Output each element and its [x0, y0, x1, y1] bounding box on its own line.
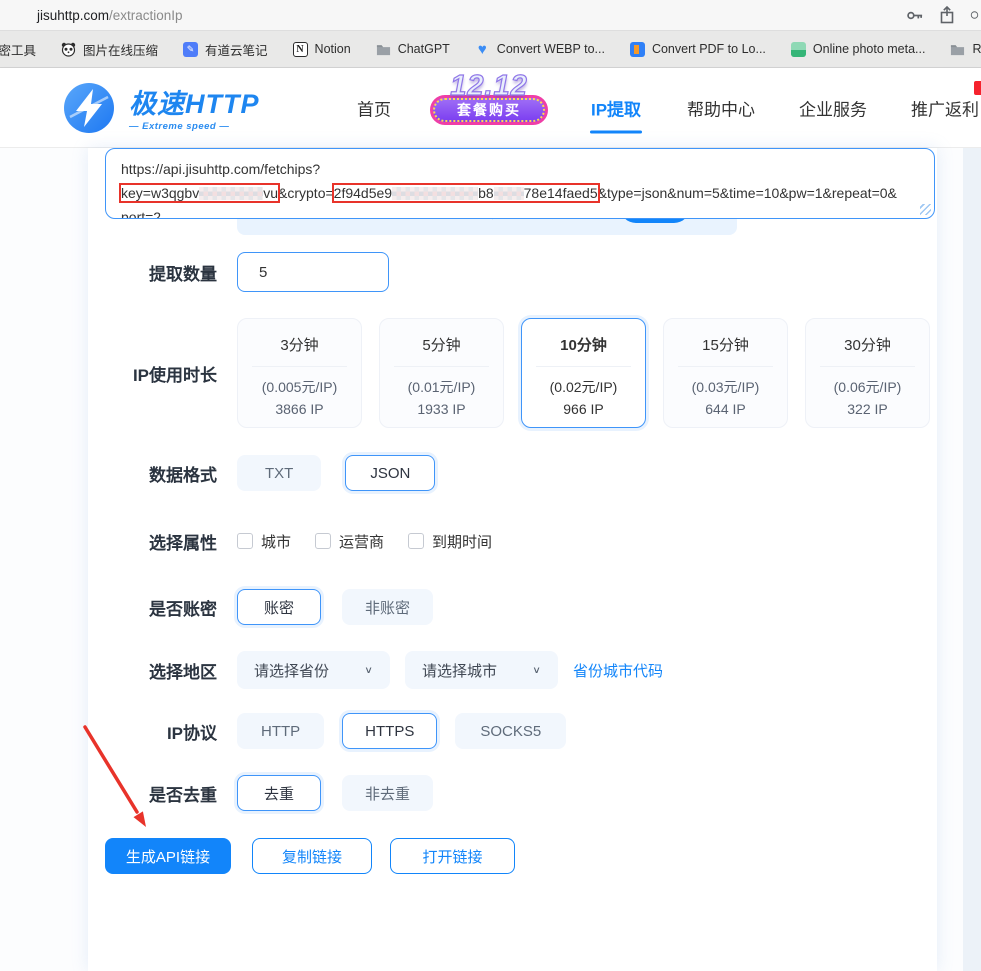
generate-api-link-button[interactable]: 生成API链接 — [105, 838, 231, 874]
auth-option-no-password[interactable]: 非账密 — [342, 589, 434, 625]
duration-card-3min[interactable]: 3分钟 (0.005元/IP) 3866 IP — [237, 318, 362, 428]
api-url-line3: port=2 — [121, 209, 162, 219]
attr-checkbox-isp[interactable]: 运营商 — [315, 531, 384, 552]
photo-icon — [790, 41, 806, 57]
folder-icon — [376, 42, 391, 57]
site-header: 极速HTTP — Extreme speed — 首页 12.12 套餐购买 I… — [0, 68, 981, 148]
annotation-box-key: key=w3qgbv vu — [118, 183, 281, 203]
site-logo[interactable]: 极速HTTP — Extreme speed — — [62, 81, 260, 140]
api-url-line2: key=w3qgbv vu&crypto=2f94d5e9 b8 78e14faed5… — [118, 183, 897, 203]
region-label: 选择地区 — [149, 662, 217, 682]
duration-card-30min[interactable]: 30分钟 (0.06元/IP) 322 IP — [805, 318, 930, 428]
protocol-option-https[interactable]: HTTPS — [342, 713, 438, 749]
nav-enterprise[interactable]: 企业服务 — [799, 95, 867, 120]
promo-buy-button: 套餐购买 — [430, 95, 548, 125]
protocol-option-socks5[interactable]: SOCKS5 — [455, 713, 567, 749]
brand-tagline: — Extreme speed — — [129, 121, 230, 132]
province-city-code-link[interactable]: 省份城市代码 — [573, 660, 663, 681]
browser-url-bar: jisuhttp.com/extractionIp — [0, 0, 981, 30]
bookmark-convert-webp[interactable]: ♥ Convert WEBP to... — [475, 40, 605, 58]
attr-checkbox-expire[interactable]: 到期时间 — [408, 531, 492, 552]
chevron-down-icon: ∨ — [532, 664, 541, 676]
api-url-line1: https://api.jisuhttp.com/fetchips? — [121, 161, 321, 177]
folder-icon — [950, 42, 965, 57]
bookmarks-bar: 加密工具 图片在线压缩 ✎ 有道云笔记 N Notion ChatGPT ♥ C… — [0, 30, 981, 68]
clipped-toolbar-icon[interactable] — [970, 6, 979, 24]
format-label: 数据格式 — [149, 465, 217, 485]
auth-label: 是否账密 — [149, 599, 217, 619]
bookmark-encrypt-tools[interactable]: 加密工具 — [0, 40, 36, 59]
duration-card-10min[interactable]: 10分钟 (0.02元/IP) 966 IP — [521, 318, 646, 428]
duration-card-5min[interactable]: 5分钟 (0.01元/IP) 1933 IP — [379, 318, 504, 428]
checkbox-icon — [315, 533, 332, 549]
attrs-label: 选择属性 — [149, 533, 217, 553]
attr-checkbox-city[interactable]: 城市 — [237, 531, 291, 552]
annotation-box-crypto: 2f94d5e9 b8 78e14faed5 — [331, 183, 600, 203]
format-option-txt[interactable]: TXT — [237, 455, 322, 491]
city-select[interactable]: 请选择城市 ∨ — [405, 651, 558, 689]
promo-banner-1212[interactable]: 12.12 套餐购买 — [430, 71, 548, 125]
dedup-label: 是否去重 — [149, 785, 217, 805]
extraction-form-card: 账户概况 当前账户余额 19.33元 充值 提取数量 IP使用时长 3分钟 — [88, 148, 937, 971]
page-content: 账户概况 当前账户余额 19.33元 充值 提取数量 IP使用时长 3分钟 — [0, 148, 981, 971]
protocol-option-http[interactable]: HTTP — [237, 713, 325, 749]
dedup-option-yes[interactable]: 去重 — [237, 775, 322, 811]
copy-link-button[interactable]: 复制链接 — [252, 838, 372, 874]
duration-label: IP使用时长 — [132, 365, 217, 385]
mosaic-redaction — [199, 187, 264, 200]
nav-help-center[interactable]: 帮助中心 — [687, 95, 755, 120]
heart-icon: ♥ — [477, 40, 487, 58]
checkbox-icon — [237, 533, 253, 549]
duration-card-15min[interactable]: 15分钟 (0.03元/IP) 644 IP — [663, 318, 788, 428]
url-domain: jisuhttp.com — [37, 7, 110, 23]
youdao-pen-icon: ✎ — [183, 41, 199, 57]
chevron-down-icon: ∨ — [364, 664, 373, 676]
nav-red-badge — [974, 81, 981, 95]
pdf-icon — [629, 41, 645, 57]
bookmark-convert-pdf[interactable]: Convert PDF to Lo... — [629, 41, 766, 57]
nav-referral[interactable]: 推广返利 — [911, 95, 979, 120]
resize-handle-icon[interactable] — [920, 204, 931, 215]
nav-home[interactable]: 首页 — [357, 95, 391, 120]
bookmark-chatgpt-folder[interactable]: ChatGPT — [376, 42, 450, 57]
quantity-input[interactable] — [237, 252, 389, 292]
nav-ip-extract[interactable]: IP提取 — [591, 95, 641, 120]
address-bar[interactable]: jisuhttp.com/extractionIp — [37, 8, 183, 23]
password-key-icon[interactable] — [906, 6, 924, 24]
url-path: /extractionIp — [109, 7, 183, 23]
dedup-option-no[interactable]: 非去重 — [342, 775, 434, 811]
mosaic-redaction — [493, 187, 524, 200]
bookmark-notion[interactable]: N Notion — [292, 41, 351, 57]
panda-icon — [61, 42, 76, 57]
share-icon[interactable] — [938, 5, 956, 24]
format-option-json[interactable]: JSON — [345, 455, 436, 491]
quantity-label: 提取数量 — [149, 264, 217, 284]
checkbox-icon — [408, 533, 425, 549]
bookmark-image-compress[interactable]: 图片在线压缩 — [61, 40, 158, 59]
bookmark-photo-meta[interactable]: Online photo meta... — [790, 41, 925, 57]
bookmark-youdao-note[interactable]: ✎ 有道云笔记 — [183, 40, 268, 59]
protocol-label: IP协议 — [166, 723, 217, 743]
mosaic-redaction — [392, 187, 479, 200]
brand-name: 极速HTTP — [129, 89, 260, 119]
province-select[interactable]: 请选择省份 ∨ — [237, 651, 390, 689]
open-link-button[interactable]: 打开链接 — [390, 838, 515, 874]
bookmark-relakkes-folder[interactable]: Relakkes — [950, 42, 981, 57]
lightning-logo-icon — [62, 81, 116, 140]
notion-icon: N — [292, 41, 308, 57]
scrollbar-track[interactable] — [963, 148, 981, 971]
auth-option-password[interactable]: 账密 — [237, 589, 322, 625]
api-url-textarea[interactable]: https://api.jisuhttp.com/fetchips? key=w… — [105, 148, 935, 219]
